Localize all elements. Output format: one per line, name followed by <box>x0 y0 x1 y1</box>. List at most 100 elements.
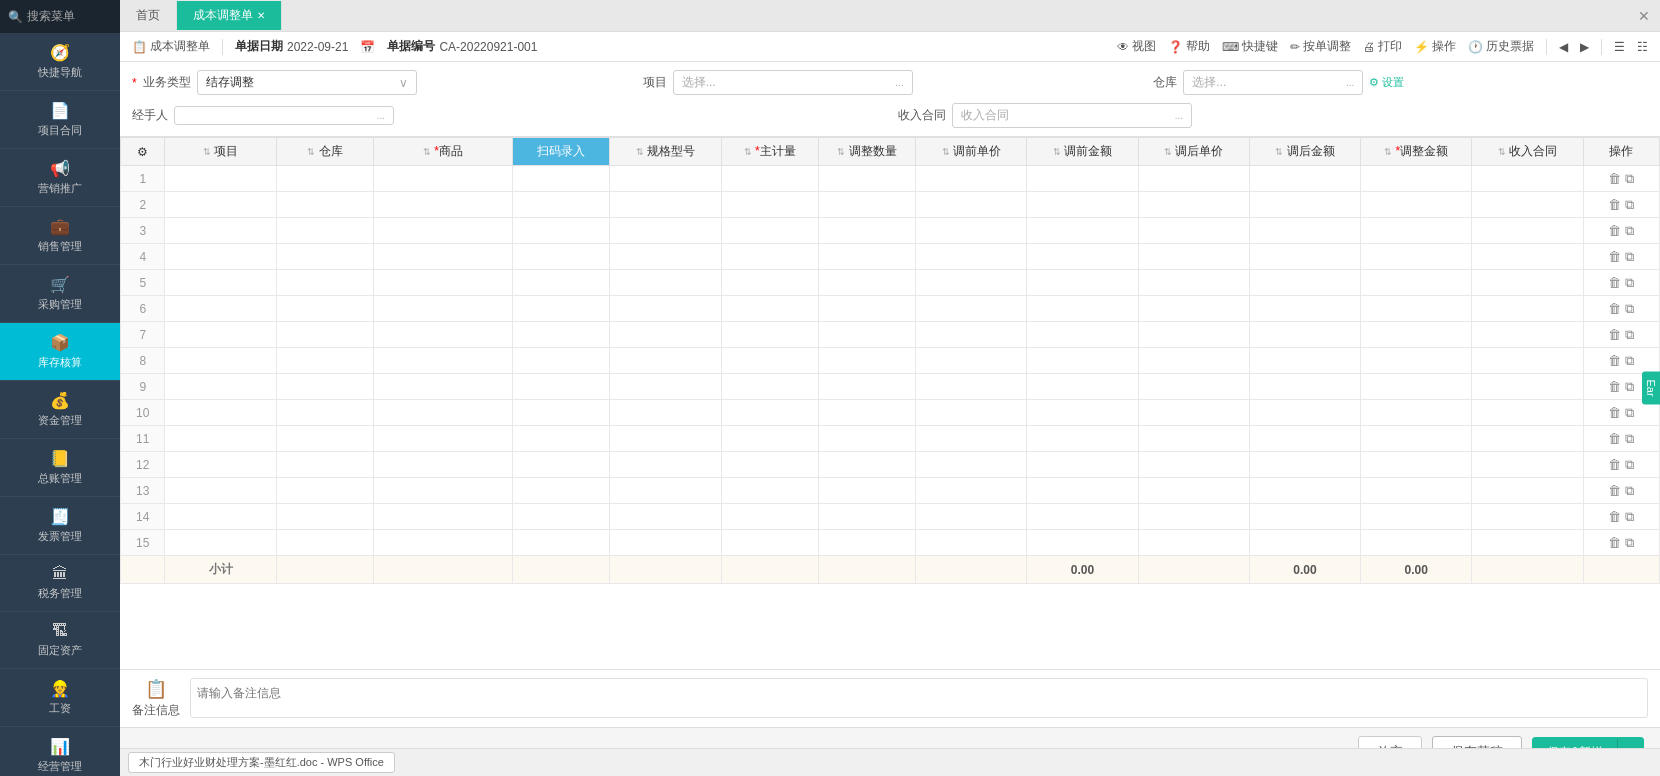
row-11-after-price[interactable] <box>1138 426 1249 452</box>
row-13-after-price[interactable] <box>1138 478 1249 504</box>
row-8-delete-icon[interactable]: 🗑 <box>1608 353 1621 369</box>
row-13-after-amt[interactable] <box>1249 478 1360 504</box>
sidebar-item-inventory-calc[interactable]: 📦库存核算 <box>0 323 120 381</box>
row-5-qty[interactable] <box>818 270 915 296</box>
row-12-project[interactable] <box>165 452 276 478</box>
row-7-goods[interactable] <box>374 322 513 348</box>
row-14-unit[interactable] <box>721 504 818 530</box>
income-contract-input[interactable]: 收入合同 ... <box>952 103 1192 128</box>
sidebar-item-fixed-assets[interactable]: 🏗固定资产 <box>0 612 120 669</box>
row-1-warehouse[interactable] <box>276 166 373 192</box>
row-15-scan[interactable] <box>513 530 610 556</box>
row-2-delete-icon[interactable]: 🗑 <box>1608 197 1621 213</box>
row-11-delete-icon[interactable]: 🗑 <box>1608 431 1621 447</box>
row-5-income[interactable] <box>1472 270 1583 296</box>
row-12-qty[interactable] <box>818 452 915 478</box>
row-3-copy-icon[interactable]: ⧉ <box>1625 223 1634 239</box>
row-7-copy-icon[interactable]: ⧉ <box>1625 327 1634 343</box>
row-15-copy-icon[interactable]: ⧉ <box>1625 535 1634 551</box>
row-6-qty[interactable] <box>818 296 915 322</box>
row-9-qty[interactable] <box>818 374 915 400</box>
row-1-after-price[interactable] <box>1138 166 1249 192</box>
row-12-scan[interactable] <box>513 452 610 478</box>
row-3-before-price[interactable] <box>916 218 1027 244</box>
row-10-scan[interactable] <box>513 400 610 426</box>
sidebar-item-purchase-mgmt[interactable]: 🛒采购管理 <box>0 265 120 323</box>
sidebar-item-quick-nav[interactable]: 🧭快捷导航 <box>0 33 120 91</box>
row-15-adjust-amt[interactable] <box>1361 530 1472 556</box>
row-6-income[interactable] <box>1472 296 1583 322</box>
sidebar-item-sales-mgmt[interactable]: 💼销售管理 <box>0 207 120 265</box>
row-4-before-price[interactable] <box>916 244 1027 270</box>
row-6-unit[interactable] <box>721 296 818 322</box>
row-10-unit[interactable] <box>721 400 818 426</box>
row-2-goods[interactable] <box>374 192 513 218</box>
row-9-project[interactable] <box>165 374 276 400</box>
row-15-income[interactable] <box>1472 530 1583 556</box>
row-4-before-amt[interactable] <box>1027 244 1138 270</box>
row-15-after-amt[interactable] <box>1249 530 1360 556</box>
row-1-spec[interactable] <box>610 166 721 192</box>
sidebar-search[interactable]: 🔍 搜索菜单 <box>0 0 120 33</box>
row-1-before-amt[interactable] <box>1027 166 1138 192</box>
row-5-spec[interactable] <box>610 270 721 296</box>
row-12-before-amt[interactable] <box>1027 452 1138 478</box>
row-3-unit[interactable] <box>721 218 818 244</box>
notes-icon-box[interactable]: 📋 备注信息 <box>132 678 180 719</box>
row-4-spec[interactable] <box>610 244 721 270</box>
row-6-scan[interactable] <box>513 296 610 322</box>
row-14-after-price[interactable] <box>1138 504 1249 530</box>
row-8-qty[interactable] <box>818 348 915 374</box>
row-1-before-price[interactable] <box>916 166 1027 192</box>
row-12-goods[interactable] <box>374 452 513 478</box>
handler-input[interactable]: ... <box>174 106 394 125</box>
row-6-project[interactable] <box>165 296 276 322</box>
row-2-scan[interactable] <box>513 192 610 218</box>
row-4-goods[interactable] <box>374 244 513 270</box>
sidebar-item-ledger-mgmt[interactable]: 📒总账管理 <box>0 439 120 497</box>
row-8-scan[interactable] <box>513 348 610 374</box>
row-8-goods[interactable] <box>374 348 513 374</box>
row-10-warehouse[interactable] <box>276 400 373 426</box>
row-14-qty[interactable] <box>818 504 915 530</box>
col-after-amt[interactable]: ⇅ 调后金额 <box>1249 138 1360 166</box>
window-close-button[interactable]: ✕ <box>1628 2 1660 30</box>
row-3-adjust-amt[interactable] <box>1361 218 1472 244</box>
row-7-warehouse[interactable] <box>276 322 373 348</box>
col-spec[interactable]: ⇅ 规格型号 <box>610 138 721 166</box>
row-6-after-amt[interactable] <box>1249 296 1360 322</box>
col-warehouse[interactable]: ⇅ 仓库 <box>276 138 373 166</box>
row-14-project[interactable] <box>165 504 276 530</box>
row-14-goods[interactable] <box>374 504 513 530</box>
project-input[interactable]: 选择... ... <box>673 70 913 95</box>
row-11-before-amt[interactable] <box>1027 426 1138 452</box>
row-1-unit[interactable] <box>721 166 818 192</box>
row-6-before-amt[interactable] <box>1027 296 1138 322</box>
col-scan[interactable]: 扫码录入 <box>513 138 610 166</box>
row-7-project[interactable] <box>165 322 276 348</box>
row-15-goods[interactable] <box>374 530 513 556</box>
row-14-adjust-amt[interactable] <box>1361 504 1472 530</box>
row-13-adjust-amt[interactable] <box>1361 478 1472 504</box>
row-15-unit[interactable] <box>721 530 818 556</box>
row-12-spec[interactable] <box>610 452 721 478</box>
row-5-warehouse[interactable] <box>276 270 373 296</box>
row-10-goods[interactable] <box>374 400 513 426</box>
row-4-warehouse[interactable] <box>276 244 373 270</box>
row-3-warehouse[interactable] <box>276 218 373 244</box>
row-4-adjust-amt[interactable] <box>1361 244 1472 270</box>
row-5-adjust-amt[interactable] <box>1361 270 1472 296</box>
row-10-qty[interactable] <box>818 400 915 426</box>
row-6-after-price[interactable] <box>1138 296 1249 322</box>
row-10-copy-icon[interactable]: ⧉ <box>1625 405 1634 421</box>
sidebar-item-tax-mgmt[interactable]: 🏛税务管理 <box>0 555 120 612</box>
row-11-before-price[interactable] <box>916 426 1027 452</box>
row-9-spec[interactable] <box>610 374 721 400</box>
row-4-delete-icon[interactable]: 🗑 <box>1608 249 1621 265</box>
row-15-after-price[interactable] <box>1138 530 1249 556</box>
row-9-after-amt[interactable] <box>1249 374 1360 400</box>
row-11-goods[interactable] <box>374 426 513 452</box>
row-7-spec[interactable] <box>610 322 721 348</box>
row-14-warehouse[interactable] <box>276 504 373 530</box>
row-9-unit[interactable] <box>721 374 818 400</box>
